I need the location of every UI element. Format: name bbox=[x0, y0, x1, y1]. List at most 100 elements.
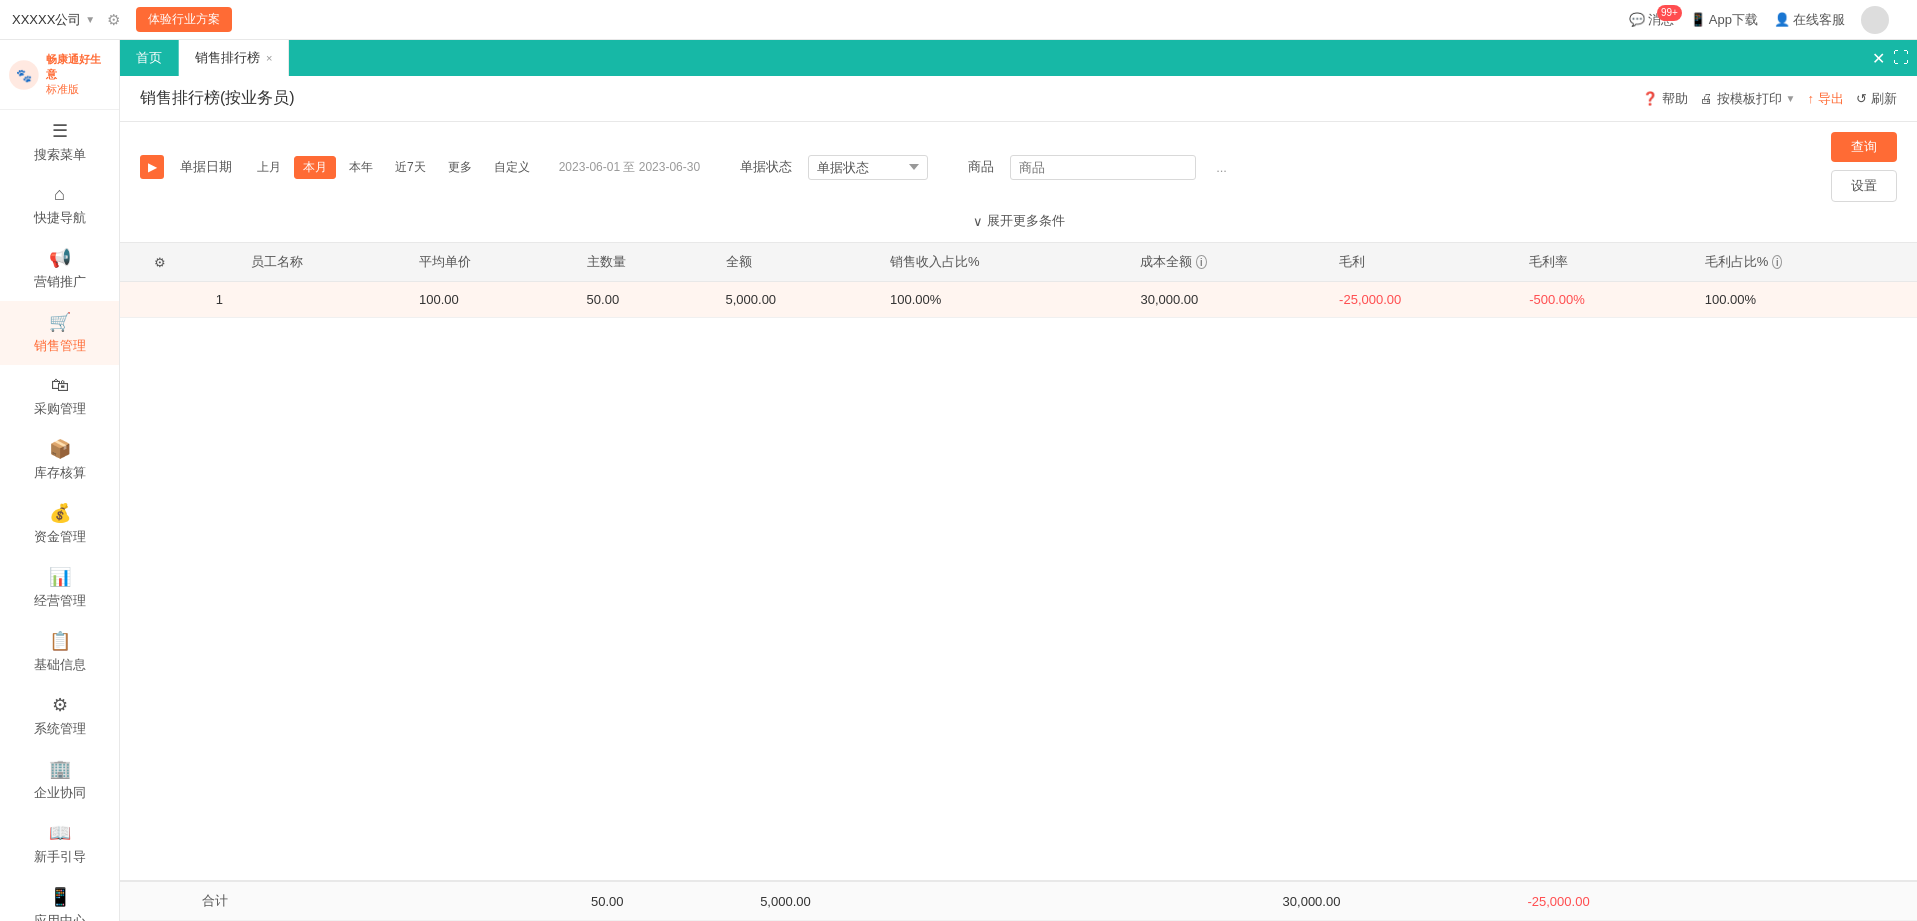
tab-close-icon[interactable]: × bbox=[266, 52, 272, 64]
sidebar-label-quick-nav: 快捷导航 bbox=[34, 209, 86, 227]
company-selector[interactable]: XXXXX公司 ▼ bbox=[12, 11, 95, 29]
app-label: App下载 bbox=[1709, 11, 1758, 29]
sidebar-label-apps: 应用中心 bbox=[34, 912, 86, 921]
expand-more-button[interactable]: ∨ 展开更多条件 bbox=[973, 206, 1065, 232]
sales-icon: 🛒 bbox=[49, 311, 71, 333]
basic-icon: 📋 bbox=[49, 630, 71, 652]
goods-input[interactable] bbox=[1010, 155, 1196, 180]
sidebar-item-operations[interactable]: 📊 经营管理 bbox=[0, 556, 119, 620]
company-name: XXXXX公司 bbox=[12, 11, 81, 29]
col-employee: 员工名称 bbox=[239, 243, 407, 282]
expand-more-label: 展开更多条件 bbox=[987, 212, 1065, 230]
tab-bar-expand-button[interactable]: ⛶ bbox=[1893, 49, 1909, 67]
top-bar: XXXXX公司 ▼ ⚙ 体验行业方案 💬 消息 99+ 📱 App下载 👤 在线… bbox=[0, 0, 1917, 40]
sidebar-item-finance[interactable]: 💰 资金管理 bbox=[0, 492, 119, 556]
col-gross-rate: 毛利率 bbox=[1517, 243, 1693, 282]
tab-home[interactable]: 首页 bbox=[120, 40, 179, 76]
avatar[interactable] bbox=[1861, 6, 1889, 34]
status-select-wrapper: 单据状态 bbox=[808, 155, 928, 180]
page-content: 销售排行榜(按业务员) ❓ 帮助 🖨 按模板打印 ▼ ↑ 导出 bbox=[120, 76, 1917, 921]
company-chevron-icon: ▼ bbox=[85, 14, 95, 25]
message-button[interactable]: 💬 消息 99+ bbox=[1629, 11, 1674, 29]
company-settings-icon[interactable]: ⚙ bbox=[107, 11, 120, 29]
status-select[interactable]: 单据状态 bbox=[808, 155, 928, 180]
sidebar-item-quick-nav[interactable]: ⌂ 快捷导航 bbox=[0, 174, 119, 237]
message-icon: 💬 bbox=[1629, 12, 1645, 27]
tab-sales-ranking-label: 销售排行榜 bbox=[195, 49, 260, 67]
date-btn-7days[interactable]: 近7天 bbox=[386, 156, 435, 179]
finance-icon: 💰 bbox=[49, 502, 71, 524]
sidebar-label-search: 搜索菜单 bbox=[34, 146, 86, 164]
footer-cost: 30,000.00 bbox=[1271, 882, 1516, 921]
top-bar-right: 💬 消息 99+ 📱 App下载 👤 在线客服 bbox=[1629, 6, 1905, 34]
tab-bar-close-button[interactable]: ✕ bbox=[1872, 49, 1885, 68]
sidebar-label-inventory: 库存核算 bbox=[34, 464, 86, 482]
filter-ellipsis: ... bbox=[1216, 160, 1227, 175]
export-button[interactable]: ↑ 导出 bbox=[1808, 90, 1845, 108]
col-rank bbox=[199, 243, 239, 282]
logo-icon: 🐾 bbox=[8, 59, 40, 91]
query-button[interactable]: 查询 bbox=[1831, 132, 1897, 162]
sidebar-item-marketing[interactable]: 📢 营销推广 bbox=[0, 237, 119, 301]
export-icon: ↑ bbox=[1808, 91, 1815, 106]
export-label: 导出 bbox=[1818, 90, 1844, 108]
sidebar-item-corp[interactable]: 🏢 企业协同 bbox=[0, 748, 119, 812]
guide-icon: 📖 bbox=[49, 822, 71, 844]
settings-button[interactable]: 设置 bbox=[1831, 170, 1897, 202]
tab-sales-ranking[interactable]: 销售排行榜 × bbox=[179, 40, 289, 76]
sidebar-label-basic: 基础信息 bbox=[34, 656, 86, 674]
content-area: 首页 销售排行榜 × ✕ ⛶ 销售排行榜(按业务员) ❓ 帮助 bbox=[120, 40, 1917, 921]
print-icon: 🖨 bbox=[1700, 91, 1713, 106]
date-range-display: 2023-06-01 至 2023-06-30 bbox=[559, 159, 700, 176]
table-header-row: ⚙ 员工名称 平均单价 主数量 全额 销售收入占比% 成本全额 i 毛利 毛利率… bbox=[120, 243, 1917, 282]
gross-pct-info-icon[interactable]: i bbox=[1772, 255, 1782, 269]
sidebar-label-finance: 资金管理 bbox=[34, 528, 86, 546]
tab-bar: 首页 销售排行榜 × ✕ ⛶ bbox=[120, 40, 1917, 76]
sidebar-item-apps[interactable]: 📱 应用中心 bbox=[0, 876, 119, 921]
sidebar-label-guide: 新手引导 bbox=[34, 848, 86, 866]
sidebar-item-sales[interactable]: 🛒 销售管理 bbox=[0, 301, 119, 365]
date-btn-last-month[interactable]: 上月 bbox=[248, 156, 290, 179]
operations-icon: 📊 bbox=[49, 566, 71, 588]
svg-text:🐾: 🐾 bbox=[16, 67, 33, 83]
trial-button[interactable]: 体验行业方案 bbox=[136, 7, 232, 32]
system-icon: ⚙ bbox=[52, 694, 68, 716]
date-btn-custom[interactable]: 自定义 bbox=[485, 156, 539, 179]
search-menu-icon: ☰ bbox=[52, 120, 68, 142]
date-buttons: 上月 本月 本年 近7天 更多 自定义 bbox=[248, 156, 539, 179]
filter-toggle-icon[interactable]: ▶ bbox=[140, 155, 164, 179]
expand-more-row: ∨ 展开更多条件 bbox=[140, 202, 1897, 232]
table-row: 1100.0050.005,000.00100.00%30,000.00-25,… bbox=[120, 282, 1917, 318]
refresh-icon: ↺ bbox=[1856, 91, 1867, 106]
date-btn-more[interactable]: 更多 bbox=[439, 156, 481, 179]
sidebar-item-inventory[interactable]: 📦 库存核算 bbox=[0, 428, 119, 492]
help-icon: ❓ bbox=[1642, 91, 1658, 106]
online-service-button[interactable]: 👤 在线客服 bbox=[1774, 11, 1845, 29]
print-button[interactable]: 🖨 按模板打印 ▼ bbox=[1700, 90, 1796, 108]
page-title: 销售排行榜(按业务员) bbox=[140, 88, 295, 109]
print-chevron-icon: ▼ bbox=[1786, 93, 1796, 104]
sidebar-item-search[interactable]: ☰ 搜索菜单 bbox=[0, 110, 119, 174]
sidebar-item-purchase[interactable]: 🛍 采购管理 bbox=[0, 365, 119, 428]
sidebar: 🐾 畅康通好生意 标准版 ☰ 搜索菜单 ⌂ 快捷导航 📢 营销推广 🛒 销售管理… bbox=[0, 40, 120, 921]
sidebar-label-system: 系统管理 bbox=[34, 720, 86, 738]
status-filter-label: 单据状态 bbox=[740, 158, 792, 176]
refresh-label: 刷新 bbox=[1871, 90, 1897, 108]
sidebar-item-guide[interactable]: 📖 新手引导 bbox=[0, 812, 119, 876]
refresh-button[interactable]: ↺ 刷新 bbox=[1856, 90, 1897, 108]
sidebar-item-system[interactable]: ⚙ 系统管理 bbox=[0, 684, 119, 748]
footer-label: 合计 bbox=[190, 882, 340, 921]
col-settings[interactable]: ⚙ bbox=[120, 243, 199, 282]
cost-info-icon[interactable]: i bbox=[1196, 255, 1206, 269]
quick-nav-icon: ⌂ bbox=[54, 184, 65, 205]
help-button[interactable]: ❓ 帮助 bbox=[1642, 90, 1688, 108]
app-download-button[interactable]: 📱 App下载 bbox=[1690, 11, 1758, 29]
date-btn-this-year[interactable]: 本年 bbox=[340, 156, 382, 179]
table-container: ⚙ 员工名称 平均单价 主数量 全额 销售收入占比% 成本全额 i 毛利 毛利率… bbox=[120, 243, 1917, 880]
print-label: 按模板打印 bbox=[1717, 90, 1782, 108]
app-icon: 📱 bbox=[1690, 12, 1706, 27]
date-btn-this-month[interactable]: 本月 bbox=[294, 156, 336, 179]
purchase-icon: 🛍 bbox=[51, 375, 69, 396]
sidebar-label-operations: 经营管理 bbox=[34, 592, 86, 610]
sidebar-item-basic[interactable]: 📋 基础信息 bbox=[0, 620, 119, 684]
